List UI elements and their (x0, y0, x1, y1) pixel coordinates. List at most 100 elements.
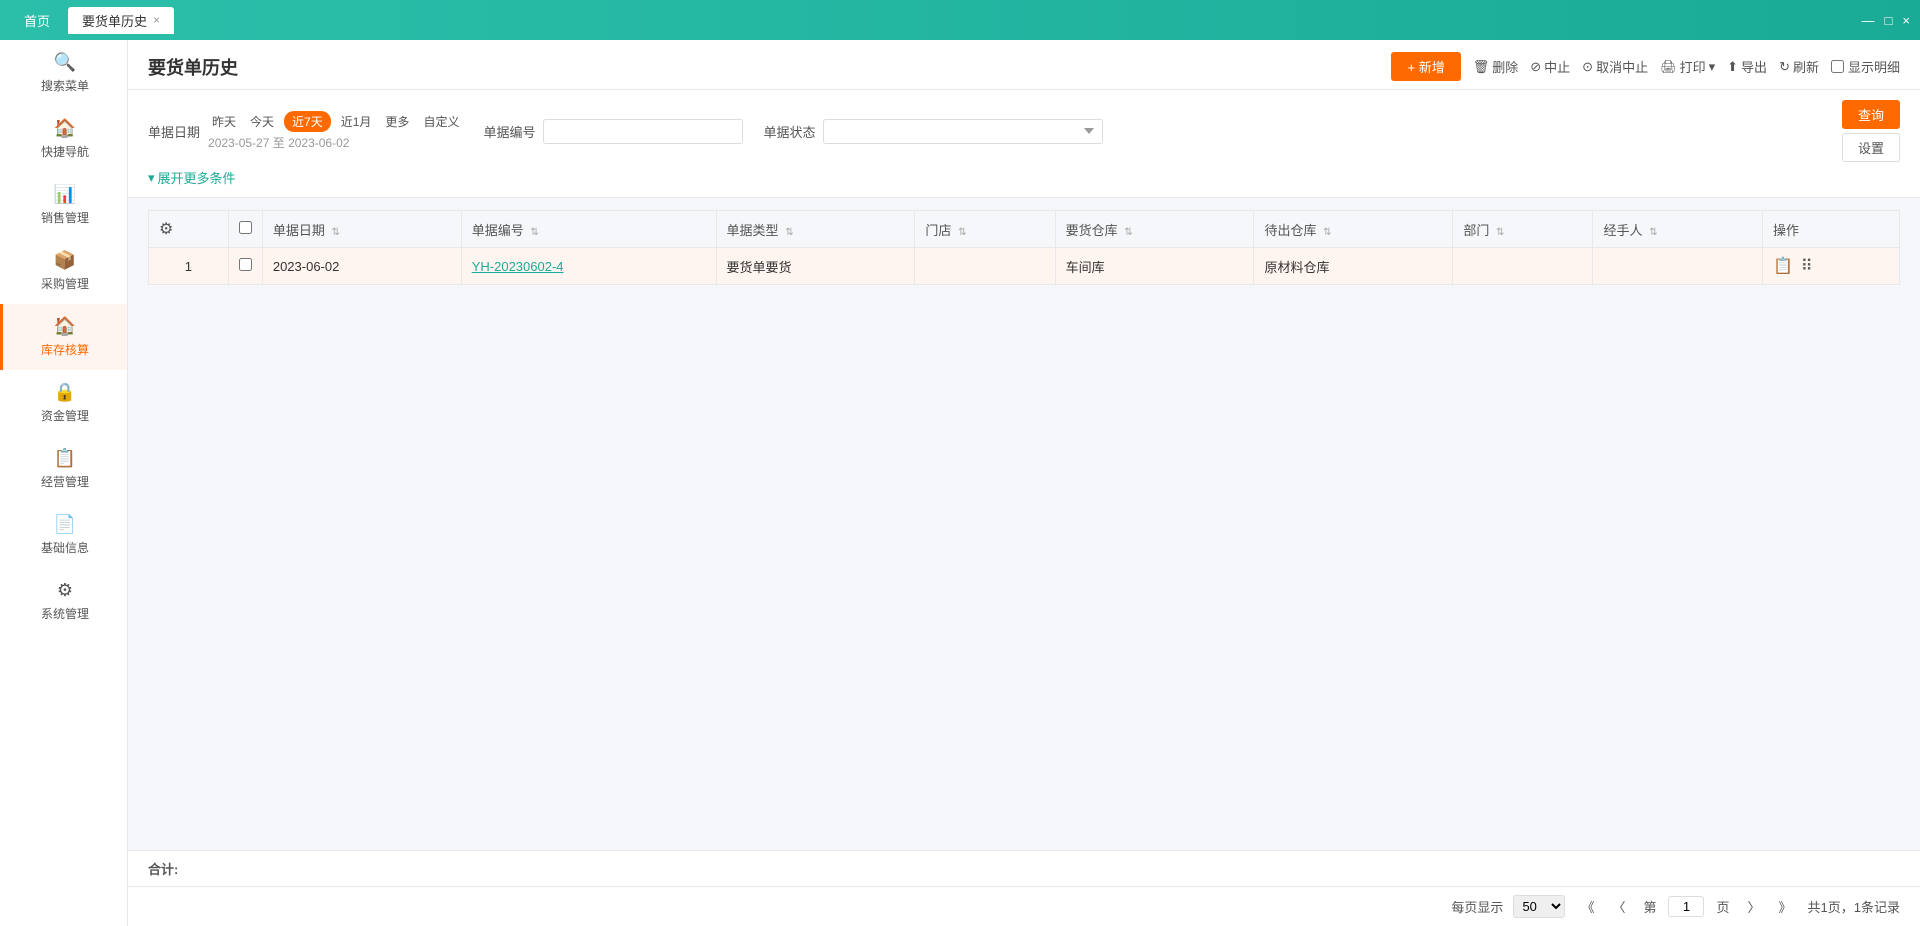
store-sort-icon[interactable]: ⇅ (958, 227, 966, 238)
page-unit-label: 页 (1710, 895, 1735, 918)
sidebar-item-quick-nav[interactable]: 🏠 快捷导航 (0, 106, 127, 172)
req-warehouse-sort-icon[interactable]: ⇅ (1124, 227, 1132, 238)
row-doc-date: 2023-06-02 (262, 248, 461, 285)
handler-sort-icon[interactable]: ⇅ (1649, 227, 1657, 238)
department-col-header: 部门 ⇅ (1453, 211, 1593, 248)
view-action-icon[interactable]: 📋 (1773, 256, 1793, 276)
per-page-select[interactable]: 50 10 20 100 (1513, 895, 1565, 918)
sidebar-item-operation-mgmt[interactable]: 📋 经营管理 (0, 436, 127, 502)
sidebar-label-basic-info: 基础信息 (41, 539, 89, 556)
department-sort-icon[interactable]: ⇅ (1496, 227, 1504, 238)
next-page-btn[interactable]: 〉 (1742, 895, 1767, 918)
row-req-warehouse: 车间库 (1055, 248, 1254, 285)
quick-nav-icon: 🏠 (54, 118, 76, 139)
page-number-input[interactable] (1668, 896, 1704, 917)
doc-type-col-header: 单据类型 ⇅ (716, 211, 915, 248)
doc-num-link[interactable]: YH-20230602-4 (472, 259, 564, 274)
req-warehouse-col-header: 要货仓库 ⇅ (1055, 211, 1254, 248)
row-checkbox[interactable] (239, 258, 252, 271)
export-button[interactable]: ⬆ 导出 (1727, 57, 1767, 76)
toolbar: + 新增 🗑 删除 ⊘ 中止 ⊙ 取消中止 🖨 打 (1391, 52, 1900, 81)
action-col-header: 操作 (1762, 211, 1899, 248)
tab-home[interactable]: 首页 (10, 7, 64, 34)
chevron-down-icon: ▾ (148, 170, 155, 186)
active-tab-label: 要货单历史 (82, 11, 147, 30)
data-table: ⚙ 单据日期 ⇅ 单据编号 ⇅ (148, 210, 1900, 285)
sidebar-label-finance-mgmt: 资金管理 (41, 407, 89, 424)
select-all-checkbox[interactable] (239, 221, 252, 234)
sidebar-item-search-menu[interactable]: 🔍 搜索菜单 (0, 40, 127, 106)
display-detail-checkbox[interactable] (1831, 60, 1844, 73)
display-detail-toggle[interactable]: 显示明细 (1831, 57, 1900, 76)
doc-date-sort-icon[interactable]: ⇅ (331, 227, 339, 238)
print-icon: 🖨 (1660, 59, 1677, 75)
minimize-icon[interactable]: — (1862, 13, 1875, 28)
stop-icon: ⊘ (1530, 59, 1541, 75)
query-button[interactable]: 查询 (1842, 100, 1900, 129)
delete-button[interactable]: 🗑 删除 (1473, 57, 1519, 76)
stop-button[interactable]: ⊘ 中止 (1530, 57, 1570, 76)
refresh-button[interactable]: ↻ 刷新 (1779, 57, 1819, 76)
doc-status-label: 单据状态 (763, 122, 815, 141)
window-controls: — □ × (1862, 13, 1910, 28)
date-shortcut-more[interactable]: 更多 (381, 111, 413, 132)
total-info: 共1页，1条记录 (1808, 897, 1900, 916)
main-layout: 🔍 搜索菜单 🏠 快捷导航 📊 销售管理 📦 采购管理 🏠 库存核算 🔒 资金管… (0, 40, 1920, 926)
table-footer: 合计: (128, 850, 1920, 886)
row-checkbox-cell (228, 248, 262, 285)
settings-button[interactable]: 设置 (1842, 133, 1900, 162)
sidebar-label-operation-mgmt: 经营管理 (41, 473, 89, 490)
print-button[interactable]: 🖨 打印 ▾ (1660, 57, 1715, 76)
store-col-header: 门店 ⇅ (915, 211, 1055, 248)
first-page-btn[interactable]: 《 (1575, 895, 1600, 918)
sidebar-item-finance-mgmt[interactable]: 🔒 资金管理 (0, 370, 127, 436)
sidebar-label-system-mgmt: 系统管理 (41, 605, 89, 622)
prev-page-btn[interactable]: 〈 (1606, 895, 1631, 918)
maximize-icon[interactable]: □ (1885, 13, 1893, 28)
add-button[interactable]: + 新增 (1391, 52, 1460, 81)
date-shortcuts: 昨天 今天 近7天 近1月 更多 自定义 (208, 111, 463, 132)
sidebar-item-purchase-mgmt[interactable]: 📦 采购管理 (0, 238, 127, 304)
column-settings-icon[interactable]: ⚙ (159, 221, 173, 238)
page-title-row: 要货单历史 + 新增 🗑 删除 ⊘ 中止 ⊙ 取消中止 (148, 52, 1900, 81)
close-window-icon[interactable]: × (1902, 13, 1910, 28)
tab-bar: 首页 要货单历史 × (10, 7, 174, 34)
doc-num-sort-icon[interactable]: ⇅ (530, 227, 538, 238)
doc-num-col-header: 单据编号 ⇅ (461, 211, 716, 248)
date-shortcut-yesterday[interactable]: 昨天 (208, 111, 240, 132)
sidebar-label-search-menu: 搜索菜单 (41, 77, 89, 94)
action-icons: 📋 ⠿ (1773, 256, 1889, 276)
sidebar-label-purchase-mgmt: 采购管理 (41, 275, 89, 292)
tab-active[interactable]: 要货单历史 × (68, 7, 174, 34)
expand-more-btn[interactable]: ▾ 展开更多条件 (148, 168, 1900, 187)
row-handler (1593, 248, 1763, 285)
sidebar-item-basic-info[interactable]: 📄 基础信息 (0, 502, 127, 568)
cancel-stop-button[interactable]: ⊙ 取消中止 (1582, 57, 1648, 76)
sales-mgmt-icon: 📊 (54, 184, 76, 205)
more-action-icon[interactable]: ⠿ (1801, 256, 1813, 276)
sidebar-item-inventory-calc[interactable]: 🏠 库存核算 (0, 304, 127, 370)
pending-warehouse-sort-icon[interactable]: ⇅ (1323, 227, 1331, 238)
sidebar-item-system-mgmt[interactable]: ⚙ 系统管理 (0, 568, 127, 634)
cancel-stop-label: 取消中止 (1596, 57, 1648, 76)
date-shortcut-7days[interactable]: 近7天 (284, 111, 331, 132)
date-shortcut-custom[interactable]: 自定义 (419, 111, 463, 132)
date-filter-col: 昨天 今天 近7天 近1月 更多 自定义 2023-05-27 至 2023-0… (208, 111, 463, 151)
page-label: 第 (1637, 895, 1662, 918)
page-nav: 《 〈 第 页 〉 》 (1575, 895, 1797, 918)
date-shortcut-1month[interactable]: 近1月 (337, 111, 376, 132)
date-shortcut-today[interactable]: 今天 (246, 111, 278, 132)
row-department (1453, 248, 1593, 285)
tab-close-icon[interactable]: × (153, 13, 160, 27)
expand-more-label: 展开更多条件 (158, 168, 236, 187)
delete-icon: 🗑 (1473, 59, 1490, 75)
row-doc-num[interactable]: YH-20230602-4 (461, 248, 716, 285)
filter-row-1: 单据日期 昨天 今天 近7天 近1月 更多 自定义 2023-05-27 至 2… (148, 100, 1900, 162)
doc-type-sort-icon[interactable]: ⇅ (785, 227, 793, 238)
doc-status-select[interactable] (823, 119, 1103, 144)
last-page-btn[interactable]: 》 (1773, 895, 1798, 918)
settings-col-header[interactable]: ⚙ (149, 211, 229, 248)
pending-warehouse-col-label: 待出仓库 (1264, 223, 1316, 238)
sidebar-item-sales-mgmt[interactable]: 📊 销售管理 (0, 172, 127, 238)
doc-num-input[interactable] (543, 119, 743, 144)
